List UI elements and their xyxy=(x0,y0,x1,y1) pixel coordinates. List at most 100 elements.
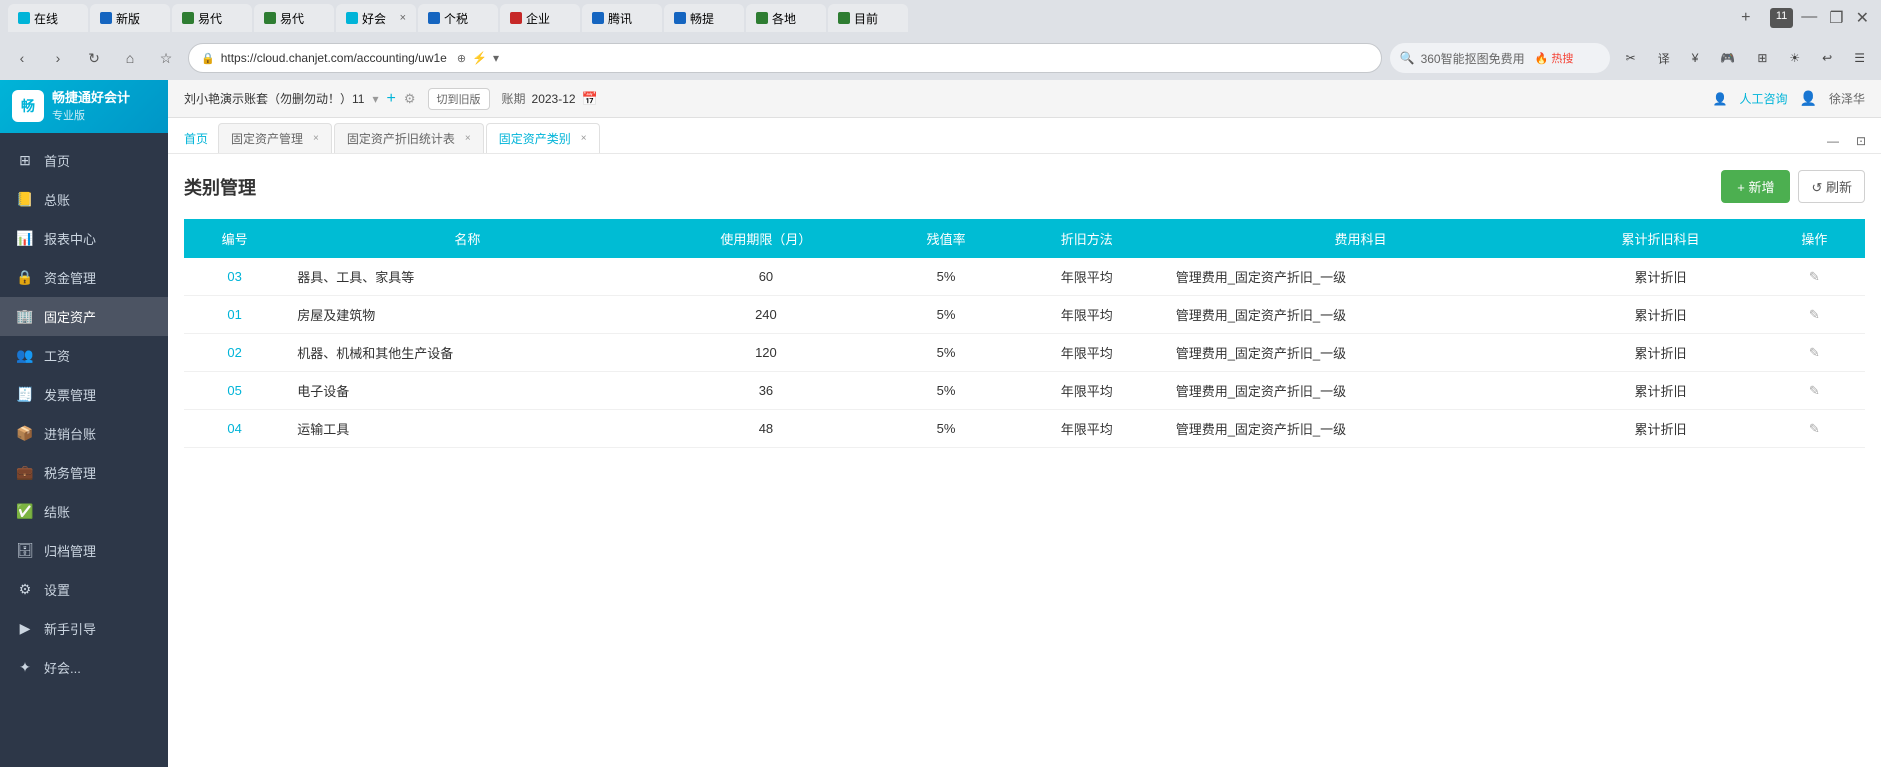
new-tab-button[interactable]: + xyxy=(1732,4,1760,32)
cell-residual-2: 5% xyxy=(882,334,1010,372)
forward-button[interactable]: › xyxy=(44,44,72,72)
bookmark-button[interactable]: ☆ xyxy=(152,44,180,72)
grid-tool[interactable]: ⊞ xyxy=(1749,44,1775,72)
sidebar-item-payroll[interactable]: 👥工资 xyxy=(0,336,168,375)
menu-tool[interactable]: ☰ xyxy=(1846,44,1873,72)
sidebar-item-report[interactable]: 📊报表中心 xyxy=(0,219,168,258)
sidebar-nav: ⊞首页📒总账📊报表中心🔒资金管理🏢固定资产👥工资🧾发票管理📦进销台账💼税务管理✅… xyxy=(0,133,168,767)
page-tab-label-3: 固定资产类别 xyxy=(499,130,571,147)
service-icon: 👤 xyxy=(1713,92,1728,106)
browser-tab-7[interactable]: 腾讯 xyxy=(582,4,662,32)
cell-code-4[interactable]: 04 xyxy=(184,410,285,448)
back-button[interactable]: ‹ xyxy=(8,44,36,72)
sidebar-item-fixed-asset[interactable]: 🏢固定资产 xyxy=(0,297,168,336)
tab-label-2: 易代 xyxy=(198,10,242,27)
tab-label-7: 腾讯 xyxy=(608,10,652,27)
add-account-icon[interactable]: + xyxy=(387,90,396,108)
browser-tab-6[interactable]: 企业 xyxy=(500,4,580,32)
tab-label-1: 新版 xyxy=(116,10,160,27)
switch-version-button[interactable]: 切到旧版 xyxy=(428,88,490,110)
sidebar-item-tax[interactable]: 💼税务管理 xyxy=(0,453,168,492)
sidebar-item-archive[interactable]: 🗄归档管理 xyxy=(0,531,168,570)
cell-residual-4: 5% xyxy=(882,410,1010,448)
cell-code-1[interactable]: 01 xyxy=(184,296,285,334)
cell-expense-1: 管理费用_固定资产折旧_一级 xyxy=(1164,296,1558,334)
page-tab-home[interactable]: 首页 xyxy=(176,123,216,153)
tab-favicon-10 xyxy=(838,12,850,24)
sidebar-item-stock[interactable]: 📦进销台账 xyxy=(0,414,168,453)
cell-code-0[interactable]: 03 xyxy=(184,258,285,296)
browser-tab-8[interactable]: 畅提 xyxy=(664,4,744,32)
cell-action-0[interactable]: ✎ xyxy=(1764,258,1865,296)
game-tool[interactable]: 🎮 xyxy=(1712,44,1743,72)
cell-code-2[interactable]: 02 xyxy=(184,334,285,372)
refresh-button[interactable]: ↺ 刷新 xyxy=(1798,170,1865,203)
undo-tool[interactable]: ↩ xyxy=(1814,44,1840,72)
dropdown-icon[interactable]: ▾ xyxy=(493,51,499,65)
sidebar-item-more[interactable]: ✦好会... xyxy=(0,648,168,687)
browser-tab-5[interactable]: 个税 xyxy=(418,4,498,32)
sidebar-item-close[interactable]: ✅结账 xyxy=(0,492,168,531)
period-label: 账期 xyxy=(502,90,526,107)
sidebar-item-guide[interactable]: ▶ 新手引导 xyxy=(0,609,168,648)
lightning-icon: ⚡ xyxy=(472,51,487,65)
sidebar-item-home[interactable]: ⊞首页 xyxy=(0,141,168,180)
url-bar[interactable]: 🔒 https://cloud.chanjet.com/accounting/u… xyxy=(188,43,1382,73)
window-close-button[interactable]: ✕ xyxy=(1852,8,1873,28)
translate-tool[interactable]: 译 xyxy=(1650,44,1678,72)
table-header-2: 使用期限（月） xyxy=(650,219,883,258)
window-minimize-button[interactable]: — xyxy=(1797,8,1821,28)
calendar-icon[interactable]: 📅 xyxy=(582,91,598,107)
sidebar-item-invoice[interactable]: 🧾发票管理 xyxy=(0,375,168,414)
browser-tab-2[interactable]: 易代 xyxy=(172,4,252,32)
browser-toolbar-icons: ✂ 译 ¥ 🎮 ⊞ ☀ ↩ ☰ xyxy=(1618,44,1873,72)
sidebar-label-more: 好会... xyxy=(44,658,81,677)
settings-icon[interactable]: ⚙ xyxy=(404,91,416,107)
sun-tool[interactable]: ☀ xyxy=(1781,44,1808,72)
sidebar-label-settings: 设置 xyxy=(44,580,70,599)
sidebar: 畅 畅捷通好会计 专业版 ⊞首页📒总账📊报表中心🔒资金管理🏢固定资产👥工资🧾发票… xyxy=(0,80,168,767)
cell-action-2[interactable]: ✎ xyxy=(1764,334,1865,372)
tab-favicon-5 xyxy=(428,12,440,24)
search-box[interactable]: 🔍 360智能抠图免费用 🔥 热搜 xyxy=(1390,43,1610,73)
coin-tool[interactable]: ¥ xyxy=(1684,44,1707,72)
tab-expand-button[interactable]: ⊡ xyxy=(1849,129,1873,153)
topbar-right: 👤 人工咨询 👤 徐泽华 xyxy=(1713,90,1865,107)
browser-tab-4[interactable]: 好会× xyxy=(336,4,416,32)
sidebar-icon-guide: ▶ xyxy=(16,619,34,637)
table-row: 03器具、工具、家具等605%年限平均管理费用_固定资产折旧_一级累计折旧✎ xyxy=(184,258,1865,296)
sidebar-item-fund[interactable]: 🔒资金管理 xyxy=(0,258,168,297)
browser-tab-9[interactable]: 各地 xyxy=(746,4,826,32)
browser-tab-1[interactable]: 新版 xyxy=(90,4,170,32)
sidebar-item-ledger[interactable]: 📒总账 xyxy=(0,180,168,219)
page-tab-3[interactable]: 固定资产类别 × xyxy=(486,123,600,153)
page-tab-1[interactable]: 固定资产管理 × xyxy=(218,123,332,153)
tab-favicon-6 xyxy=(510,12,522,24)
home-button[interactable]: ⌂ xyxy=(116,44,144,72)
tab-collapse-button[interactable]: — xyxy=(1821,129,1845,153)
page-tab-label-1: 固定资产管理 xyxy=(231,130,303,147)
page-tab-2[interactable]: 固定资产折旧统计表× xyxy=(334,123,484,153)
browser-tab-10[interactable]: 目前 xyxy=(828,4,908,32)
add-category-button[interactable]: + 新增 xyxy=(1721,170,1790,203)
tab-close-4[interactable]: × xyxy=(400,12,406,24)
sidebar-item-settings[interactable]: ⚙设置 xyxy=(0,570,168,609)
cell-code-3[interactable]: 05 xyxy=(184,372,285,410)
sidebar-brand: 畅捷通好会计 专业版 xyxy=(52,90,130,123)
cut-tool[interactable]: ✂ xyxy=(1618,44,1644,72)
cell-action-4[interactable]: ✎ xyxy=(1764,410,1865,448)
browser-tab-3[interactable]: 易代 xyxy=(254,4,334,32)
cell-expense-0: 管理费用_固定资产折旧_一级 xyxy=(1164,258,1558,296)
page-tab-close-1[interactable]: × xyxy=(313,133,319,144)
window-maximize-button[interactable]: ❐ xyxy=(1825,8,1847,28)
tab-favicon-4 xyxy=(346,12,358,24)
sidebar-label-guide: 新手引导 xyxy=(44,619,96,638)
reload-button[interactable]: ↻ xyxy=(80,44,108,72)
cell-action-3[interactable]: ✎ xyxy=(1764,372,1865,410)
page-tab-close-2[interactable]: × xyxy=(465,133,471,144)
site-info-icon: ⊕ xyxy=(457,52,466,65)
service-label[interactable]: 人工咨询 xyxy=(1740,90,1788,107)
cell-action-1[interactable]: ✎ xyxy=(1764,296,1865,334)
browser-tab-0[interactable]: 在线 xyxy=(8,4,88,32)
page-tab-close-3[interactable]: × xyxy=(581,133,587,144)
